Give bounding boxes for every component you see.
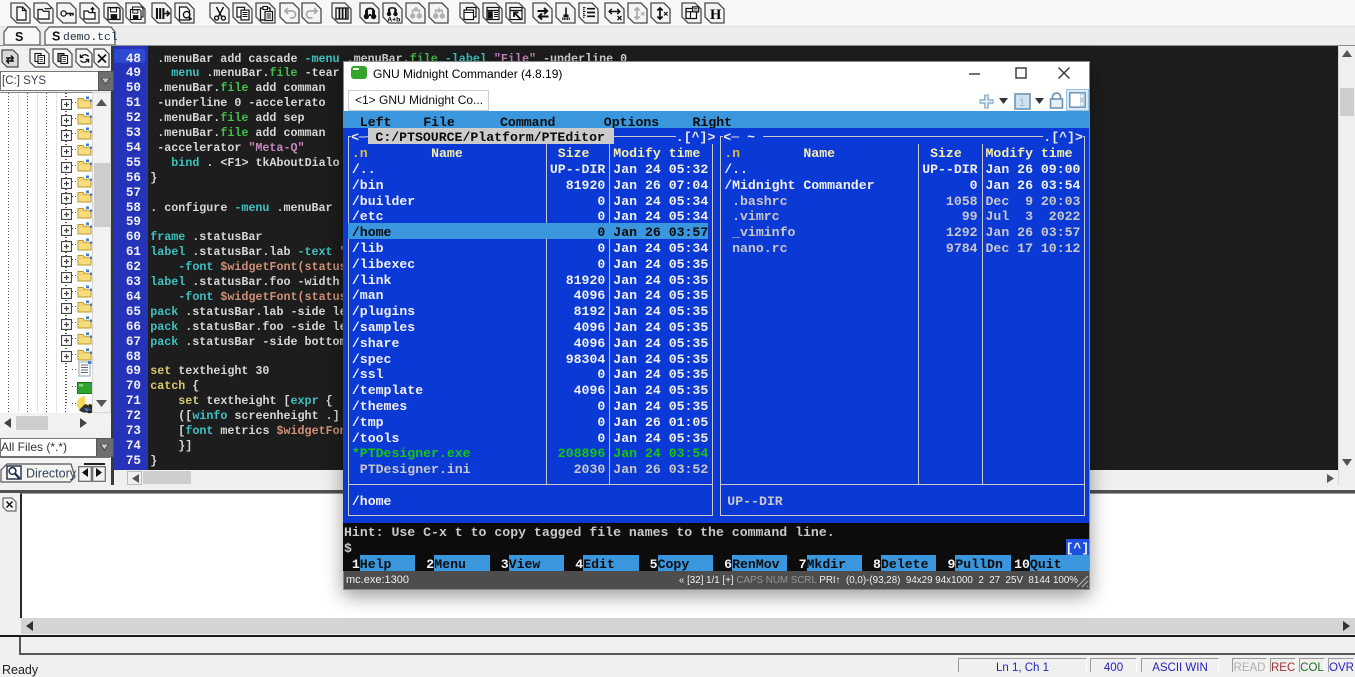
svg-text:demo.tcl: demo.tcl (63, 32, 117, 44)
svg-text:S: S (15, 30, 23, 44)
svg-text:Directory: Directory (26, 467, 77, 481)
svg-text:H: H (710, 7, 722, 23)
svg-text:S: S (52, 30, 60, 44)
svg-text:A+b: A+b (387, 16, 400, 23)
svg-text:1: 1 (1019, 97, 1025, 109)
